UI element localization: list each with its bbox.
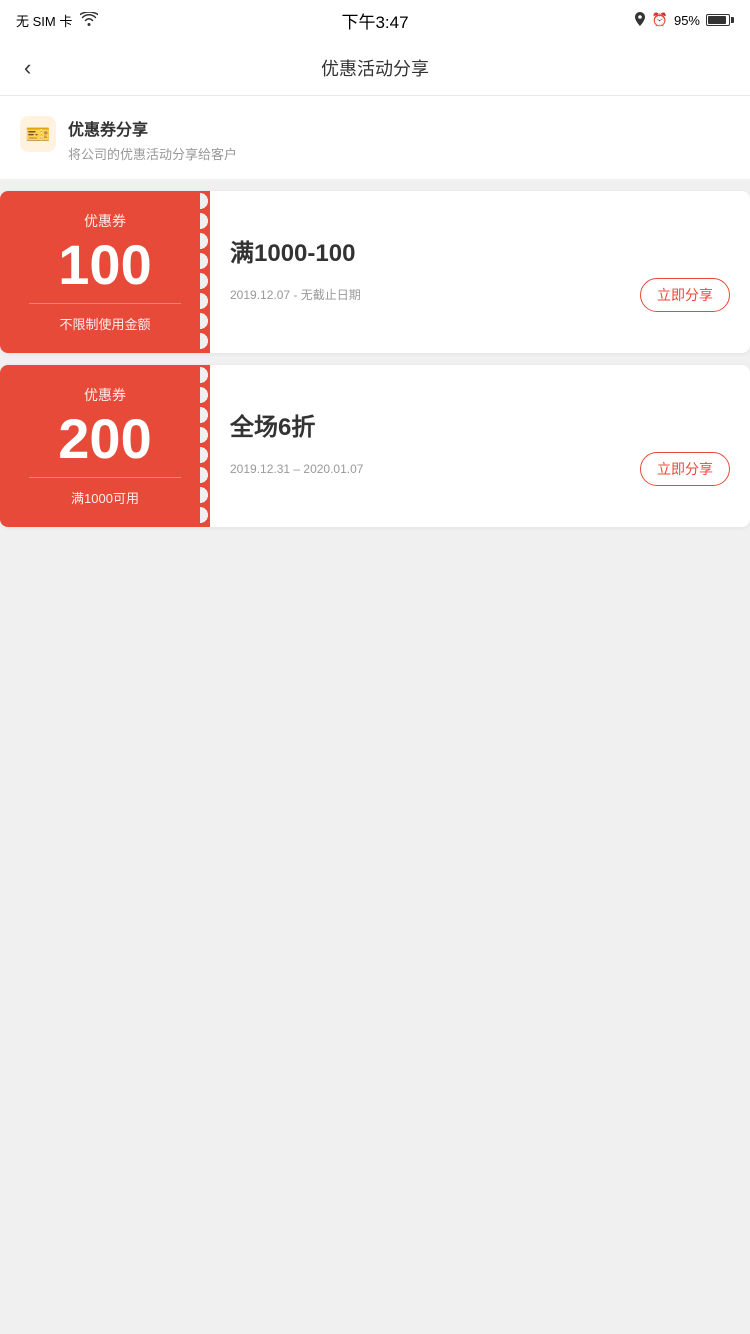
alarm-icon: ⏰ [652,12,668,28]
coupon-icon: 🎫 [20,116,56,152]
location-icon [634,12,646,29]
section-text: 优惠券分享 将公司的优惠活动分享给客户 [68,116,237,163]
page-title: 优惠活动分享 [321,55,429,81]
coupon-date-1: 2019.12.31 – 2020.01.07 [230,462,363,476]
wifi-icon [80,12,98,29]
share-button-1[interactable]: 立即分享 [640,452,730,486]
content-area: 🎫 优惠券分享 将公司的优惠活动分享给客户 优惠券 100 不限制使用金额 满1… [0,96,750,539]
coupon-divider-1 [29,477,181,478]
back-button[interactable]: ‹ [16,47,39,89]
share-button-0[interactable]: 立即分享 [640,278,730,312]
section-subtitle: 将公司的优惠活动分享给客户 [68,144,237,163]
coupon-condition-0: 不限制使用金额 [59,314,150,333]
coupon-name-1: 全场6折 [230,407,730,442]
status-bar: 无 SIM 卡 下午3:47 ⏰ 95% [0,0,750,40]
status-time: 下午3:47 [341,8,408,33]
section-header: 🎫 优惠券分享 将公司的优惠活动分享给客户 [0,96,750,179]
coupon-type-1: 优惠券 [84,385,126,405]
section-title: 优惠券分享 [68,116,237,140]
coupon-right-1: 全场6折 2019.12.31 – 2020.01.07 立即分享 [210,365,750,527]
coupon-card-0: 优惠券 100 不限制使用金额 满1000-100 2019.12.07 - 无… [0,191,750,353]
coupon-amount-1: 200 [58,411,151,467]
battery-icon [706,14,734,26]
nav-bar: ‹ 优惠活动分享 [0,40,750,96]
coupon-card-1: 优惠券 200 满1000可用 全场6折 2019.12.31 – 2020.0… [0,365,750,527]
coupon-bottom-1: 2019.12.31 – 2020.01.07 立即分享 [230,452,730,486]
coupon-right-0: 满1000-100 2019.12.07 - 无截止日期 立即分享 [210,191,750,353]
carrier-label: 无 SIM 卡 [16,11,72,30]
coupon-amount-0: 100 [58,237,151,293]
status-right: ⏰ 95% [634,12,734,29]
battery-percent: 95% [674,13,700,28]
coupon-list: 优惠券 100 不限制使用金额 满1000-100 2019.12.07 - 无… [0,191,750,539]
coupon-left-1: 优惠券 200 满1000可用 [0,365,210,527]
coupon-left-0: 优惠券 100 不限制使用金额 [0,191,210,353]
coupon-condition-1: 满1000可用 [71,488,139,507]
coupon-divider-0 [29,303,181,304]
coupon-name-0: 满1000-100 [230,233,730,268]
coupon-date-0: 2019.12.07 - 无截止日期 [230,286,361,303]
status-left: 无 SIM 卡 [16,11,98,30]
coupon-bottom-0: 2019.12.07 - 无截止日期 立即分享 [230,278,730,312]
coupon-type-0: 优惠券 [84,211,126,231]
